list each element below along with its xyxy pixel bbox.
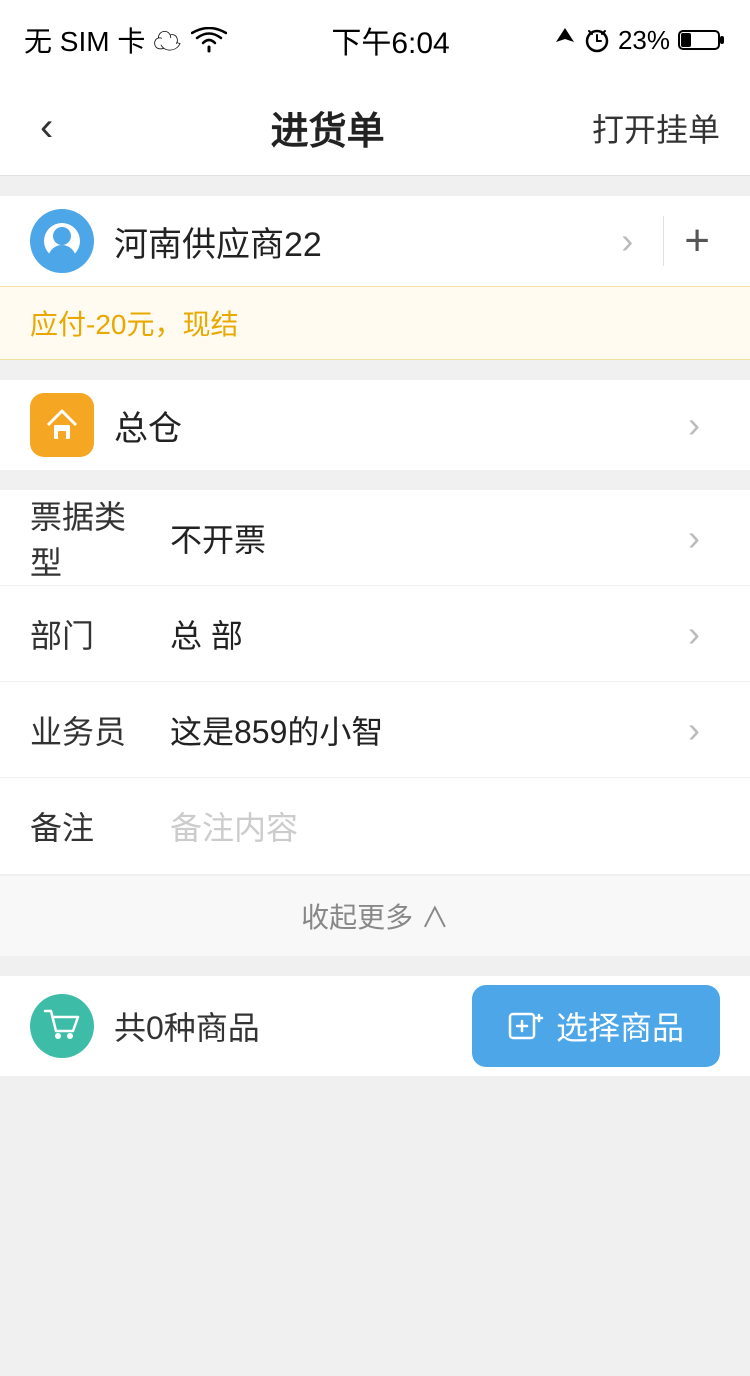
cart-icon [43,1009,81,1043]
product-count-text: 共0种商品 [114,1003,260,1049]
status-time: 下午6:04 [331,18,449,62]
back-button[interactable]: ‹ [30,95,63,160]
status-bar: 无 SIM 卡 ☁ 下午6:04 23% [0,0,750,80]
alarm-icon [584,27,610,53]
supplier-name: 河南供应商22 [114,217,322,266]
product-left: 共0种商品 [30,994,260,1058]
supplier-chevron-icon: › [621,220,633,262]
remark-label: 备注 [30,803,150,849]
salesperson-row[interactable]: 业务员 这是859的小智 › [0,682,750,778]
salesperson-value: 这是859的小智 [150,707,688,753]
warning-banner: 应付-20元，现结 [0,286,750,360]
supplier-avatar [30,209,94,273]
salesperson-chevron-icon: › [688,709,700,751]
collapse-label: 收起更多 ∧ [301,896,449,936]
status-right: 23% [554,25,726,56]
warehouse-icon [30,393,94,457]
location-icon [554,26,576,54]
battery-icon [678,27,726,53]
status-left: 无 SIM 卡 ☁ [24,20,227,60]
department-value: 总 部 [150,611,688,657]
product-icon [30,994,94,1058]
department-chevron-icon: › [688,613,700,655]
select-product-icon [508,1010,544,1042]
vertical-divider [663,216,664,266]
select-product-button[interactable]: 选择商品 [472,985,720,1067]
warehouse-label: 总仓 [114,401,688,450]
open-hang-button[interactable]: 打开挂单 [592,105,720,151]
invoice-type-row[interactable]: 票据类型 不开票 › [0,490,750,586]
supplier-info: 河南供应商22 [30,209,621,273]
invoice-type-value: 不开票 [150,515,688,561]
warehouse-row[interactable]: 总仓 › [0,380,750,470]
supplier-row[interactable]: 河南供应商22 › + [0,196,750,286]
home-icon [44,407,80,443]
wifi-icon [191,27,227,53]
remark-input[interactable]: 备注内容 [150,803,720,849]
salesperson-label: 业务员 [30,707,150,753]
warehouse-chevron-icon: › [688,404,700,446]
invoice-type-chevron-icon: › [688,517,700,559]
department-row[interactable]: 部门 总 部 › [0,586,750,682]
avatar-person-icon [44,223,80,259]
add-supplier-button[interactable]: + [674,216,720,266]
sim-label: 无 SIM 卡 ☁ [24,20,181,60]
remark-row[interactable]: 备注 备注内容 [0,778,750,874]
nav-bar: ‹ 进货单 打开挂单 [0,80,750,176]
department-label: 部门 [30,611,150,657]
warning-text: 应付-20元，现结 [30,309,238,340]
top-divider [0,176,750,196]
page-background [0,1076,750,1376]
invoice-type-label: 票据类型 [30,492,150,584]
select-btn-label: 选择商品 [556,1003,684,1049]
page-title: 进货单 [271,100,385,155]
collapse-row[interactable]: 收起更多 ∧ [0,876,750,956]
form-section: 票据类型 不开票 › 部门 总 部 › 业务员 这是859的小智 › 备注 备注… [0,490,750,874]
battery-percent: 23% [618,25,670,56]
product-footer: 共0种商品 选择商品 [0,976,750,1076]
